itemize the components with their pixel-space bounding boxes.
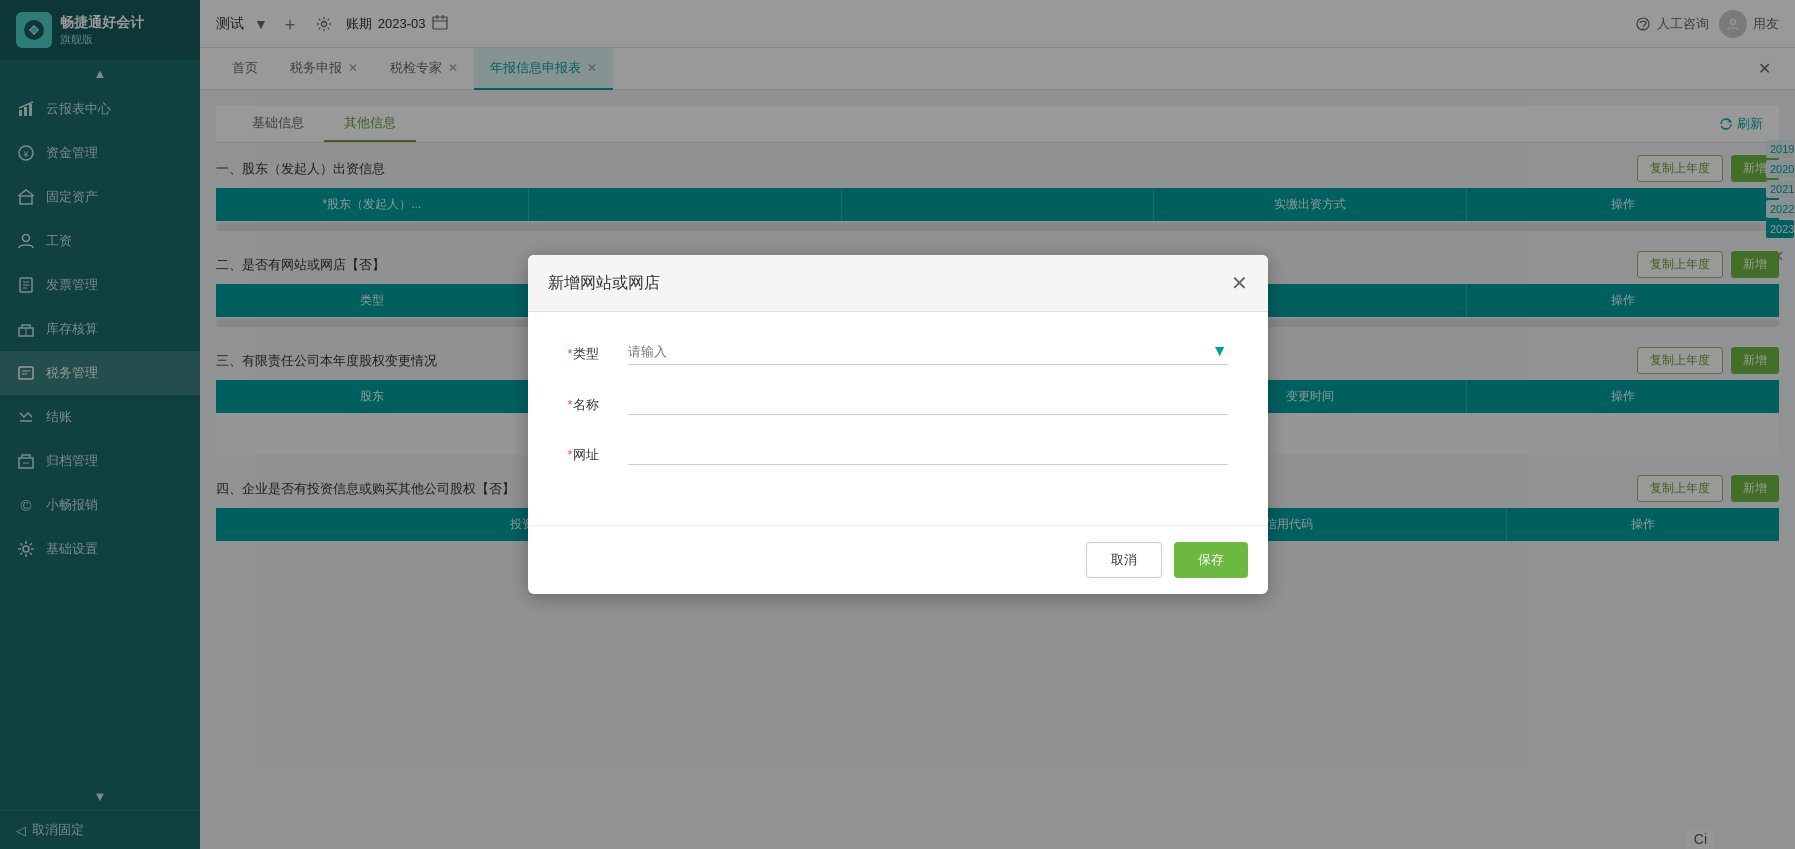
type-label: *类型 — [568, 345, 628, 363]
dialog-body: *类型 ▼ *名称 — [528, 312, 1268, 525]
app-container: 畅捷通好会计 旗舰版 ▲ 云报表中心 ¥ 资金管理 — [0, 0, 1795, 849]
dialog-header: 新增网站或网店 ✕ — [528, 255, 1268, 312]
form-field-name: *名称 — [568, 395, 1228, 415]
add-website-dialog: 新增网站或网店 ✕ *类型 ▼ *名称 — [528, 255, 1268, 594]
dialog-close-button[interactable]: ✕ — [1231, 271, 1248, 295]
url-input-wrap — [628, 445, 1228, 465]
dialog-title: 新增网站或网店 — [548, 273, 660, 294]
dialog-overlay: 新增网站或网店 ✕ *类型 ▼ *名称 — [0, 0, 1795, 849]
url-label: *网址 — [568, 446, 628, 464]
form-field-url: *网址 — [568, 445, 1228, 465]
type-input[interactable] — [628, 344, 1212, 359]
type-dropdown-arrow[interactable]: ▼ — [1212, 342, 1228, 360]
form-field-type: *类型 ▼ — [568, 342, 1228, 365]
cancel-button[interactable]: 取消 — [1086, 542, 1162, 578]
save-button[interactable]: 保存 — [1174, 542, 1248, 578]
type-input-wrap: ▼ — [628, 342, 1228, 365]
name-label: *名称 — [568, 396, 628, 414]
name-input-wrap — [628, 395, 1228, 415]
dialog-footer: 取消 保存 — [528, 525, 1268, 594]
name-input[interactable] — [628, 395, 1228, 410]
url-input[interactable] — [628, 445, 1228, 460]
